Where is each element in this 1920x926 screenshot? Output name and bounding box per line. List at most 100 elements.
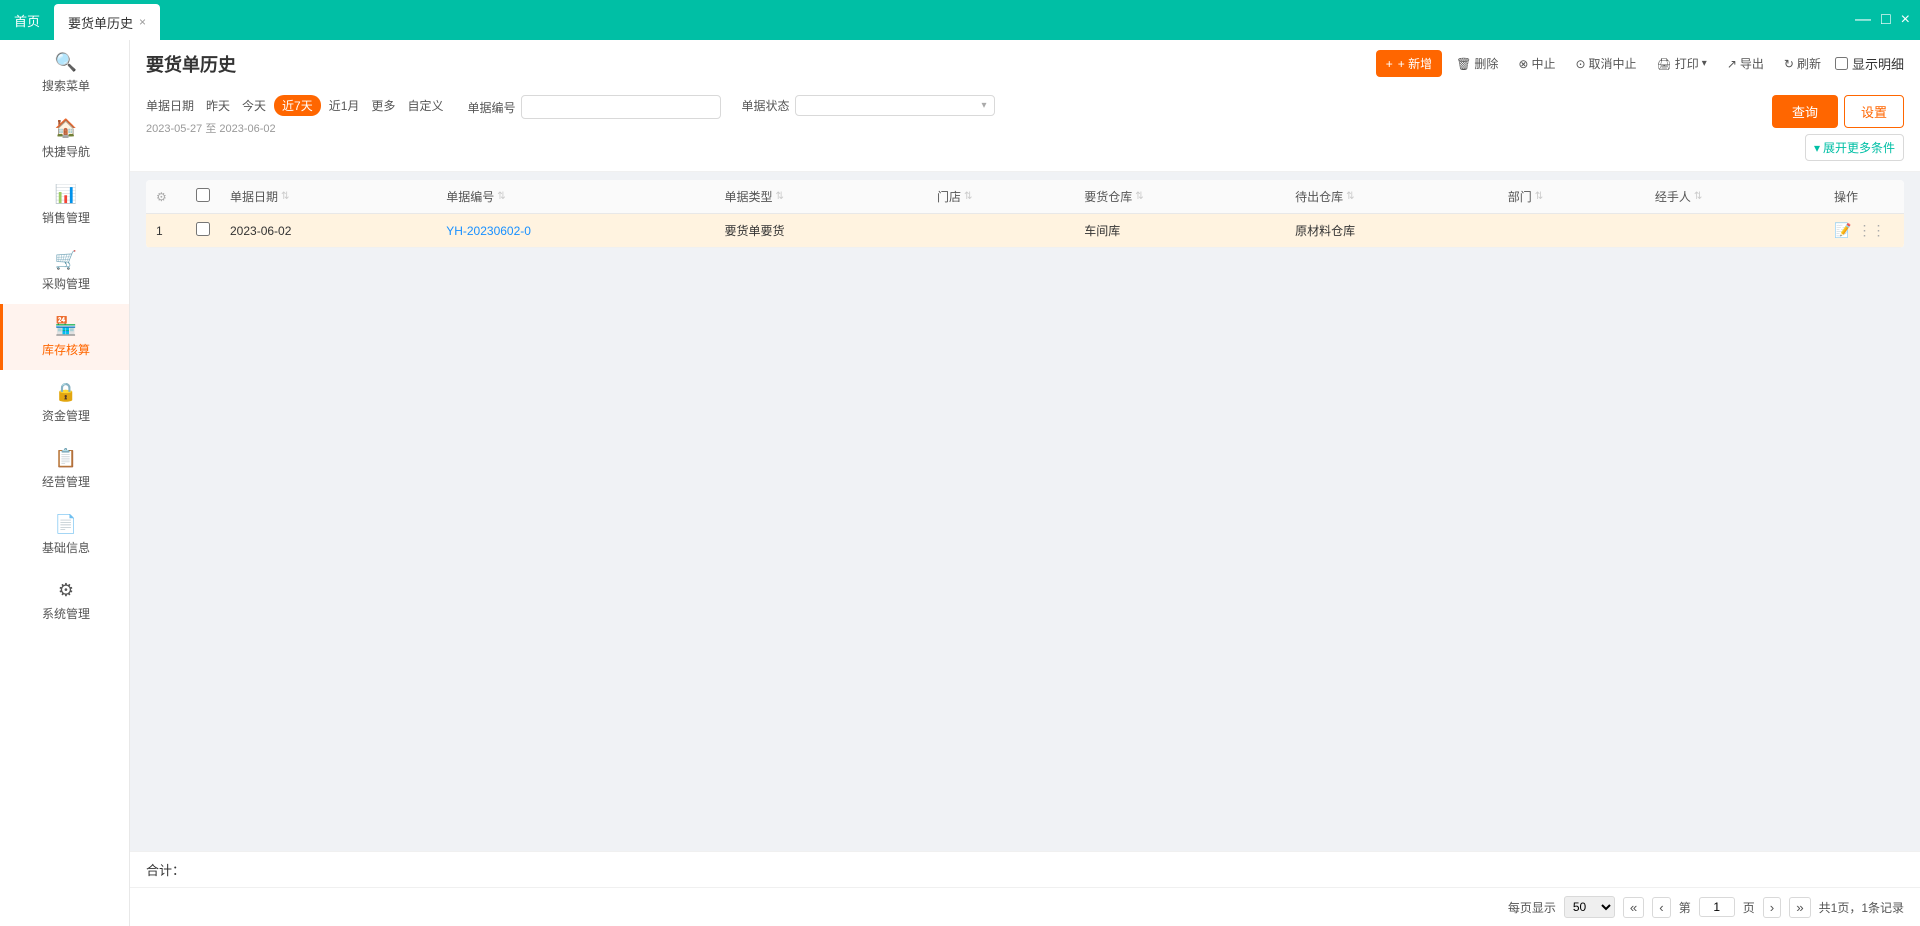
- tab-home[interactable]: 首页: [0, 0, 54, 40]
- first-page-button[interactable]: «: [1623, 897, 1644, 918]
- date-btn-last7days[interactable]: 近7天: [274, 95, 321, 116]
- content-area: 要货单历史 + + 新增 🗑 删除 ⊗ 中止 ⊙: [130, 40, 1920, 926]
- doc-status-dropdown-icon: ▾: [981, 100, 986, 111]
- sidebar-item-operations[interactable]: 📋 经营管理: [0, 436, 129, 502]
- sort-store[interactable]: 门店 ⇅: [937, 188, 1064, 205]
- settings-button[interactable]: 设置: [1844, 95, 1904, 128]
- sort-handler[interactable]: 经手人 ⇅: [1655, 188, 1814, 205]
- display-detail-toggle[interactable]: 显示明细: [1835, 54, 1904, 73]
- last-page-button[interactable]: »: [1789, 897, 1810, 918]
- sort-pending-warehouse[interactable]: 待出仓库 ⇅: [1295, 188, 1488, 205]
- doc-status-filter: 单据状态 ▾: [741, 95, 995, 116]
- col-pending-warehouse[interactable]: 待出仓库 ⇅: [1285, 180, 1498, 214]
- more-icon[interactable]: ⋮⋮: [1857, 222, 1885, 239]
- sort-department[interactable]: 部门 ⇅: [1508, 188, 1635, 205]
- sales-icon: 📊: [55, 184, 77, 205]
- date-btn-custom[interactable]: 自定义: [403, 95, 447, 116]
- date-btn-today[interactable]: 今天: [238, 95, 270, 116]
- cell-operation: 📝 ⋮⋮: [1824, 214, 1904, 248]
- close-icon[interactable]: ×: [1901, 11, 1910, 29]
- edit-icon[interactable]: 📝: [1834, 222, 1851, 239]
- row-checkbox[interactable]: [196, 222, 210, 236]
- col-doc-type[interactable]: 单据类型 ⇅: [714, 180, 927, 214]
- cancel-label: 取消中止: [1589, 55, 1637, 72]
- export-button[interactable]: ↗ 导出: [1721, 51, 1770, 76]
- cell-checkbox: [186, 214, 220, 248]
- add-button[interactable]: + + 新增: [1376, 50, 1442, 77]
- sort-doc-type[interactable]: 单据类型 ⇅: [724, 188, 917, 205]
- col-req-warehouse[interactable]: 要货仓库 ⇅: [1074, 180, 1285, 214]
- finance-icon: 🔒: [55, 382, 77, 403]
- col-store[interactable]: 门店 ⇅: [927, 180, 1074, 214]
- tab-home-label: 首页: [14, 11, 40, 30]
- sort-icon-req-warehouse: ⇅: [1135, 191, 1143, 202]
- display-detail-checkbox[interactable]: [1835, 57, 1848, 70]
- sidebar-item-inventory[interactable]: 🏪 库存核算: [0, 304, 129, 370]
- select-all-checkbox[interactable]: [196, 188, 210, 202]
- sidebar-item-purchase-label: 采购管理: [42, 275, 90, 292]
- date-btn-yesterday[interactable]: 昨天: [202, 95, 234, 116]
- cancel-stop-icon: ⊙: [1575, 57, 1585, 71]
- sort-icon-doc-type: ⇅: [775, 191, 783, 202]
- doc-no-link[interactable]: YH-20230602-0: [446, 224, 531, 238]
- table-area: ⚙ 单据日期 ⇅: [130, 172, 1920, 851]
- print-button[interactable]: 🖨 打印 ▾: [1651, 51, 1713, 76]
- minimize-icon[interactable]: —: [1855, 11, 1871, 29]
- cancel-stop-button[interactable]: ⊙ 取消中止: [1569, 51, 1642, 76]
- date-range-buttons: 昨天 今天 近7天 近1月 更多 自定义: [202, 95, 447, 116]
- top-bar: 首页 要货单历史 × — □ ×: [0, 0, 1920, 40]
- delete-button[interactable]: 🗑 删除: [1450, 51, 1504, 76]
- query-button[interactable]: 查询: [1772, 95, 1838, 128]
- main-layout: 🔍 搜索菜单 🏠 快捷导航 📊 销售管理 🛒 采购管理 🏪 库存核算 🔒 资金管…: [0, 40, 1920, 926]
- sort-doc-no[interactable]: 单据编号 ⇅: [446, 188, 704, 205]
- stop-icon: ⊗: [1518, 57, 1528, 71]
- doc-status-select[interactable]: ▾: [795, 95, 995, 116]
- doc-no-input[interactable]: [521, 95, 721, 119]
- filter-area: 单据日期 昨天 今天 近7天 近1月 更多 自定义 2023-05-27 至 2…: [146, 95, 1904, 171]
- delete-label: 删除: [1474, 55, 1498, 72]
- cell-department: [1498, 214, 1645, 248]
- page-input[interactable]: [1699, 897, 1735, 917]
- tab-close-icon[interactable]: ×: [139, 15, 146, 29]
- next-page-button[interactable]: ›: [1763, 897, 1781, 918]
- sidebar-item-purchase[interactable]: 🛒 采购管理: [0, 238, 129, 304]
- refresh-label: 刷新: [1797, 55, 1821, 72]
- stop-button[interactable]: ⊗ 中止: [1512, 51, 1561, 76]
- sidebar-item-system[interactable]: ⚙ 系统管理: [0, 568, 129, 634]
- sort-icon-doc-no: ⇅: [497, 191, 505, 202]
- doc-status-label: 单据状态: [741, 97, 789, 114]
- col-doc-no[interactable]: 单据编号 ⇅: [436, 180, 714, 214]
- cell-doc-no: YH-20230602-0: [436, 214, 714, 248]
- per-page-select[interactable]: 50 100 200: [1564, 896, 1615, 918]
- col-doc-date[interactable]: 单据日期 ⇅: [220, 180, 436, 214]
- sort-doc-date[interactable]: 单据日期 ⇅: [230, 188, 426, 205]
- settings-gear-icon[interactable]: ⚙: [156, 190, 167, 204]
- sidebar-item-inventory-label: 库存核算: [42, 341, 90, 358]
- sidebar-item-finance[interactable]: 🔒 资金管理: [0, 370, 129, 436]
- date-btn-last1month[interactable]: 近1月: [325, 95, 364, 116]
- col-handler[interactable]: 经手人 ⇅: [1645, 180, 1824, 214]
- sidebar-item-basic-info[interactable]: 📄 基础信息: [0, 502, 129, 568]
- col-department[interactable]: 部门 ⇅: [1498, 180, 1645, 214]
- add-label: + 新增: [1398, 55, 1432, 72]
- sort-icon-pending-warehouse: ⇅: [1346, 191, 1354, 202]
- sidebar-item-search-label: 搜索菜单: [42, 77, 90, 94]
- sidebar-item-sales[interactable]: 📊 销售管理: [0, 172, 129, 238]
- col-operation: 操作: [1824, 180, 1904, 214]
- page-title: 要货单历史: [146, 51, 236, 87]
- cell-store: [927, 214, 1074, 248]
- maximize-icon[interactable]: □: [1881, 11, 1891, 29]
- date-btn-more[interactable]: 更多: [367, 95, 399, 116]
- table-row: 1 2023-06-02 YH-20230602-0 要货单: [146, 214, 1904, 248]
- page-unit: 页: [1743, 899, 1755, 916]
- sidebar-item-quick-nav[interactable]: 🏠 快捷导航: [0, 106, 129, 172]
- print-icon: 🖨: [1657, 57, 1672, 71]
- expand-conditions-button[interactable]: ▾ 展开更多条件: [1805, 134, 1904, 161]
- sort-req-warehouse[interactable]: 要货仓库 ⇅: [1084, 188, 1275, 205]
- prev-page-button[interactable]: ‹: [1652, 897, 1670, 918]
- filter-actions: 查询 设置 ▾ 展开更多条件: [1772, 95, 1904, 161]
- refresh-button[interactable]: ↻ 刷新: [1778, 51, 1827, 76]
- tab-requisition-history[interactable]: 要货单历史 ×: [54, 4, 160, 40]
- sidebar-item-search[interactable]: 🔍 搜索菜单: [0, 40, 129, 106]
- cell-doc-type: 要货单要货: [714, 214, 927, 248]
